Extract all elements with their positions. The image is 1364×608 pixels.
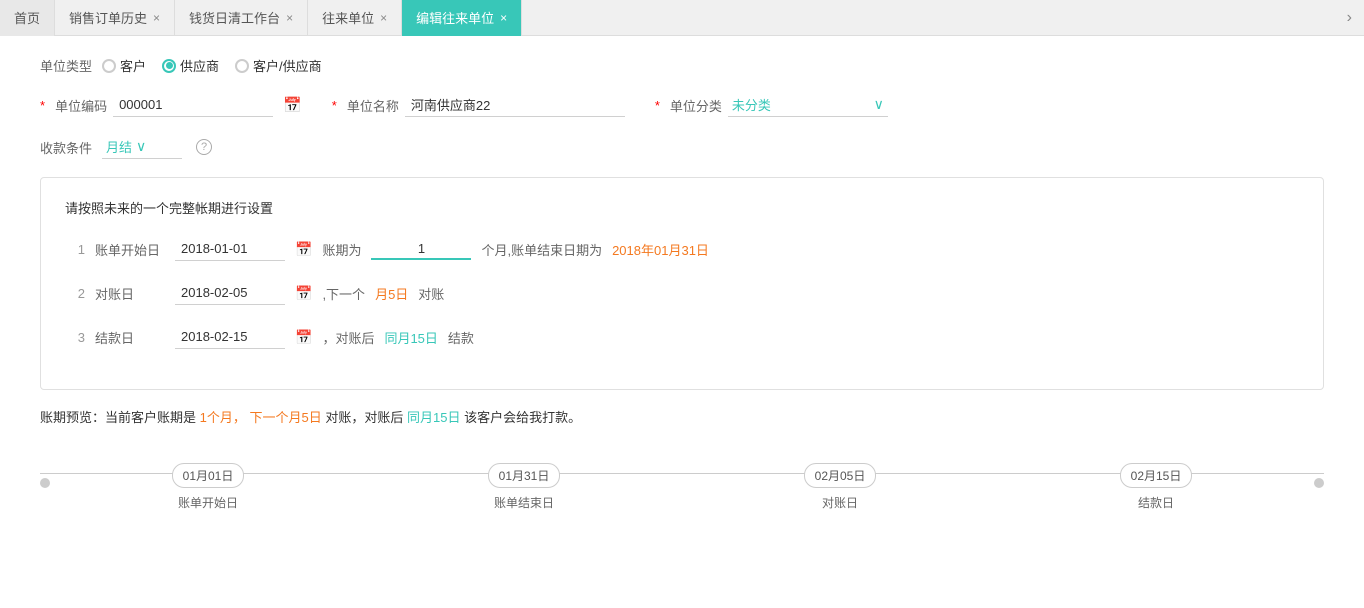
tab-cash-work[interactable]: 钱货日清工作台 × bbox=[175, 0, 308, 36]
period-suffix: 个月,账单结束日期为 bbox=[481, 240, 602, 259]
chevron-down-icon-2: ∨ bbox=[136, 138, 146, 155]
payment-suffix: 结款 bbox=[448, 328, 474, 347]
preview-part5: 该客户会给我打款。 bbox=[464, 410, 581, 425]
preview-part4: 同月15日 bbox=[407, 410, 460, 425]
timeline-item-3: 02月05日 对账日 bbox=[682, 463, 998, 511]
unit-category-label: 单位分类 bbox=[670, 96, 722, 115]
period-prefix: 账期为 bbox=[322, 240, 361, 259]
unit-code-group: * 单位编码 📅 bbox=[40, 93, 302, 117]
reconcile-prefix: ,下一个 bbox=[322, 284, 365, 303]
radio-label-customer: 客户 bbox=[120, 56, 146, 75]
unit-code-label: 单位编码 bbox=[55, 96, 107, 115]
radio-supplier[interactable]: 供应商 bbox=[162, 56, 219, 75]
page-content: 单位类型 客户 供应商 客户/供应商 * 单位编码 📅 * 单位名称 bbox=[0, 36, 1364, 608]
unit-info-row: * 单位编码 📅 * 单位名称 * 单位分类 未分类 ∨ bbox=[40, 93, 1324, 117]
calendar-icon[interactable]: 📅 bbox=[283, 96, 302, 114]
data-row-2: 2 对账日 📅 ,下一个 月5日 对账 bbox=[65, 281, 1299, 305]
row-num-2: 2 bbox=[65, 286, 85, 301]
timeline-badge-3: 02月05日 bbox=[804, 463, 877, 488]
tab-edit-partner[interactable]: 编辑往来单位 × bbox=[402, 0, 522, 36]
payment-prefix: ，对账后 bbox=[322, 328, 374, 347]
calendar-icon-3[interactable]: 📅 bbox=[295, 329, 312, 346]
preview-part3: 对账，对账后 bbox=[325, 410, 403, 425]
name-star: * bbox=[332, 98, 337, 113]
close-icon[interactable]: × bbox=[500, 11, 507, 25]
field-label-3: 结款日 bbox=[95, 328, 165, 347]
field-label-1: 账单开始日 bbox=[95, 240, 165, 259]
end-date-highlight: 2018年01月31日 bbox=[612, 240, 709, 259]
timeline-item-4: 02月15日 结款日 bbox=[998, 463, 1314, 511]
unit-name-input[interactable] bbox=[405, 93, 625, 117]
section-title: 请按照未来的一个完整帐期进行设置 bbox=[65, 198, 1299, 217]
unit-category-select[interactable]: 未分类 ∨ bbox=[728, 93, 888, 117]
unit-code-input[interactable] bbox=[113, 93, 273, 117]
tab-more-button[interactable]: › bbox=[1335, 9, 1364, 27]
data-row-3: 3 结款日 📅 ，对账后 同月15日 结款 bbox=[65, 325, 1299, 349]
unit-type-radio-group: 客户 供应商 客户/供应商 bbox=[102, 56, 322, 75]
preview-part2: 下一个月5日 bbox=[250, 410, 322, 425]
timeline-dot-end bbox=[1314, 478, 1324, 488]
tab-bar: 首页 销售订单历史 × 钱货日清工作台 × 往来单位 × 编辑往来单位 × › bbox=[0, 0, 1364, 36]
radio-circle-customer bbox=[102, 59, 116, 73]
tab-sales-history[interactable]: 销售订单历史 × bbox=[55, 0, 175, 36]
unit-category-value: 未分类 bbox=[732, 95, 771, 114]
period-input[interactable] bbox=[371, 239, 471, 260]
tab-partner[interactable]: 往来单位 × bbox=[308, 0, 402, 36]
payment-label: 收款条件 bbox=[40, 138, 92, 157]
timeline-item-1: 01月01日 账单开始日 bbox=[50, 463, 366, 511]
timeline-label-1: 账单开始日 bbox=[178, 494, 238, 511]
payment-highlight: 同月15日 bbox=[384, 328, 437, 347]
preview-text: 账期预览：当前客户账期是 1个月， 下一个月5日 对账，对账后 同月15日 该客… bbox=[40, 406, 1324, 429]
field-label-2: 对账日 bbox=[95, 284, 165, 303]
timeline-badge-2: 01月31日 bbox=[488, 463, 561, 488]
unit-category-group: * 单位分类 未分类 ∨ bbox=[655, 93, 888, 117]
radio-customer[interactable]: 客户 bbox=[102, 56, 146, 75]
help-icon[interactable]: ? bbox=[196, 139, 212, 155]
reconcile-date-input[interactable] bbox=[175, 281, 285, 305]
close-icon[interactable]: × bbox=[286, 11, 293, 25]
radio-circle-supplier bbox=[162, 59, 176, 73]
timeline: 01月01日 账单开始日 01月31日 账单结束日 02月05日 对账日 02月… bbox=[40, 453, 1324, 541]
calendar-icon-1[interactable]: 📅 bbox=[295, 241, 312, 258]
tab-home[interactable]: 首页 bbox=[0, 0, 55, 36]
radio-label-supplier: 供应商 bbox=[180, 56, 219, 75]
cat-star: * bbox=[655, 98, 660, 113]
timeline-label-2: 账单结束日 bbox=[494, 494, 554, 511]
payment-date-input[interactable] bbox=[175, 325, 285, 349]
radio-label-both: 客户/供应商 bbox=[253, 56, 322, 75]
close-icon[interactable]: × bbox=[380, 11, 387, 25]
timeline-dot-start bbox=[40, 478, 50, 488]
unit-type-row: 单位类型 客户 供应商 客户/供应商 bbox=[40, 56, 1324, 75]
preview-part1: 1个月， bbox=[200, 410, 246, 425]
close-icon[interactable]: × bbox=[153, 11, 160, 25]
code-star: * bbox=[40, 98, 45, 113]
row-num-3: 3 bbox=[65, 330, 85, 345]
reconcile-suffix: 对账 bbox=[418, 284, 444, 303]
timeline-badge-1: 01月01日 bbox=[172, 463, 245, 488]
calendar-icon-2[interactable]: 📅 bbox=[295, 285, 312, 302]
timeline-item-2: 01月31日 账单结束日 bbox=[366, 463, 682, 511]
chevron-down-icon: ∨ bbox=[874, 96, 884, 113]
payment-select[interactable]: 月结 ∨ bbox=[102, 135, 182, 159]
payment-value: 月结 bbox=[106, 137, 132, 156]
unit-type-label: 单位类型 bbox=[40, 56, 92, 75]
radio-both[interactable]: 客户/供应商 bbox=[235, 56, 322, 75]
timeline-items: 01月01日 账单开始日 01月31日 账单结束日 02月05日 对账日 02月… bbox=[40, 463, 1324, 511]
unit-name-label: 单位名称 bbox=[347, 96, 399, 115]
timeline-badge-4: 02月15日 bbox=[1120, 463, 1193, 488]
payment-row: 收款条件 月结 ∨ ? bbox=[40, 135, 1324, 159]
start-date-input[interactable] bbox=[175, 237, 285, 261]
reconcile-highlight: 月5日 bbox=[375, 284, 408, 303]
preview-label: 账期预览：当前客户账期是 bbox=[40, 410, 196, 425]
data-row-1: 1 账单开始日 📅 账期为 个月,账单结束日期为 2018年01月31日 bbox=[65, 237, 1299, 261]
row-num-1: 1 bbox=[65, 242, 85, 257]
radio-circle-both bbox=[235, 59, 249, 73]
timeline-label-3: 对账日 bbox=[822, 494, 858, 511]
settings-section: 请按照未来的一个完整帐期进行设置 1 账单开始日 📅 账期为 个月,账单结束日期… bbox=[40, 177, 1324, 390]
unit-name-group: * 单位名称 bbox=[332, 93, 625, 117]
timeline-label-4: 结款日 bbox=[1138, 494, 1174, 511]
